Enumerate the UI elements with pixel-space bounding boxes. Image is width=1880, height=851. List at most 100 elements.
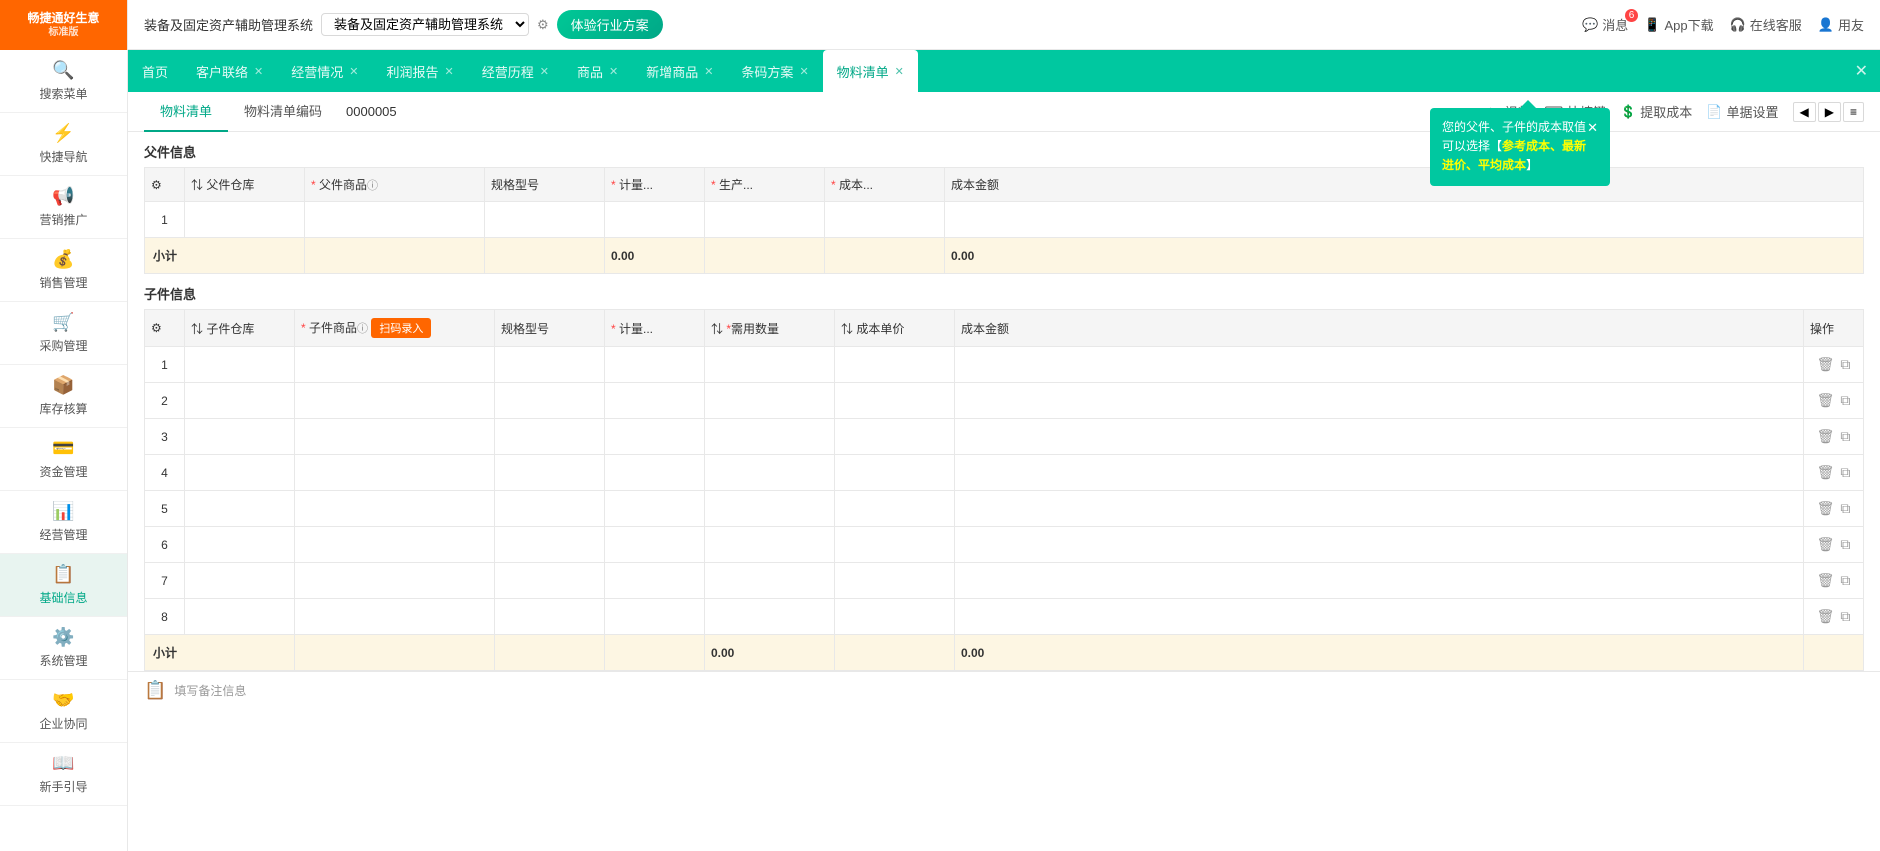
parent-row1-warehouse[interactable]: [185, 202, 305, 238]
child-row1-required-qty[interactable]: [705, 347, 835, 383]
child-row8-warehouse[interactable]: [185, 599, 295, 635]
parent-row1-production[interactable]: [705, 202, 825, 238]
child-row5-spec[interactable]: [495, 491, 605, 527]
child-row4-required-qty[interactable]: [705, 455, 835, 491]
child-row6-product[interactable]: [295, 527, 495, 563]
sidebar-item-search[interactable]: 🔍 搜索菜单: [0, 50, 127, 113]
tab-barcode-close[interactable]: ✕: [799, 65, 808, 78]
child-row3-cost-amount[interactable]: [955, 419, 1804, 455]
child-row5-cost-amount[interactable]: [955, 491, 1804, 527]
child-row3-spec[interactable]: [495, 419, 605, 455]
child-row2-required-qty[interactable]: [705, 383, 835, 419]
tab-profit[interactable]: 利润报告 ✕: [372, 50, 467, 92]
delete-row5-icon[interactable]: 🗑: [1817, 500, 1835, 517]
child-row6-cost-amount[interactable]: [955, 527, 1804, 563]
delete-row6-icon[interactable]: 🗑: [1817, 536, 1835, 553]
child-row2-product[interactable]: [295, 383, 495, 419]
child-row5-unit[interactable]: [605, 491, 705, 527]
child-row2-warehouse[interactable]: [185, 383, 295, 419]
nav-prev-button[interactable]: ◀: [1793, 102, 1816, 122]
tab-newproduct-close[interactable]: ✕: [704, 65, 713, 78]
delete-row7-icon[interactable]: 🗑: [1817, 572, 1835, 589]
child-row8-product[interactable]: [295, 599, 495, 635]
sidebar-item-system[interactable]: ⚙️ 系统管理: [0, 617, 127, 680]
child-row2-cost-amount[interactable]: [955, 383, 1804, 419]
scan-input-button[interactable]: 扫码录入: [371, 318, 431, 338]
child-row7-spec[interactable]: [495, 563, 605, 599]
child-row7-product[interactable]: [295, 563, 495, 599]
user-button[interactable]: 👤 用友: [1818, 15, 1864, 34]
tab-customer[interactable]: 客户联络 ✕: [182, 50, 277, 92]
system-select[interactable]: 装备及固定资产辅助管理系统: [321, 13, 529, 36]
child-th-settings[interactable]: ⚙: [145, 310, 185, 347]
child-row5-warehouse[interactable]: [185, 491, 295, 527]
tab-operation-close[interactable]: ✕: [349, 65, 358, 78]
parent-th-settings[interactable]: ⚙: [145, 168, 185, 202]
settings-icon[interactable]: ⚙: [537, 17, 549, 33]
child-row4-warehouse[interactable]: [185, 455, 295, 491]
child-row3-required-qty[interactable]: [705, 419, 835, 455]
copy-row5-icon[interactable]: ⧉: [1840, 500, 1850, 517]
delete-row8-icon[interactable]: 🗑: [1817, 608, 1835, 625]
child-row1-warehouse[interactable]: [185, 347, 295, 383]
child-row4-unit-cost[interactable]: [835, 455, 955, 491]
app-download-button[interactable]: 📱 App下载: [1644, 15, 1713, 34]
child-row1-cost-amount[interactable]: [955, 347, 1804, 383]
copy-row4-icon[interactable]: ⧉: [1840, 464, 1850, 481]
child-row3-warehouse[interactable]: [185, 419, 295, 455]
extract-cost-button[interactable]: 💲 提取成本: [1620, 102, 1692, 121]
child-row2-unit-cost[interactable]: [835, 383, 955, 419]
single-settings-button[interactable]: 📄 单据设置: [1706, 102, 1778, 121]
tooltip-close-button[interactable]: ✕: [1587, 118, 1598, 139]
child-row6-unit[interactable]: [605, 527, 705, 563]
child-row4-product[interactable]: [295, 455, 495, 491]
child-row7-cost-amount[interactable]: [955, 563, 1804, 599]
parent-row1-product[interactable]: [305, 202, 485, 238]
child-row4-unit[interactable]: [605, 455, 705, 491]
online-service-button[interactable]: 🎧 在线客服: [1730, 15, 1802, 34]
close-all-tabs-button[interactable]: ✕: [1843, 61, 1880, 81]
nav-next-button[interactable]: ▶: [1818, 102, 1841, 122]
tab-product[interactable]: 商品 ✕: [563, 50, 632, 92]
sidebar-item-operation[interactable]: 📊 经营管理: [0, 491, 127, 554]
tab-product-close[interactable]: ✕: [609, 65, 618, 78]
copy-row7-icon[interactable]: ⧉: [1840, 572, 1850, 589]
child-row8-required-qty[interactable]: [705, 599, 835, 635]
parent-row1-spec[interactable]: [485, 202, 605, 238]
child-row8-unit-cost[interactable]: [835, 599, 955, 635]
sidebar-item-enterprise[interactable]: 🤝 企业协同: [0, 680, 127, 743]
experience-button[interactable]: 体验行业方案: [557, 10, 663, 39]
child-row5-unit-cost[interactable]: [835, 491, 955, 527]
child-row2-unit[interactable]: [605, 383, 705, 419]
delete-row2-icon[interactable]: 🗑: [1817, 392, 1835, 409]
tab-newproduct[interactable]: 新增商品 ✕: [632, 50, 727, 92]
copy-row8-icon[interactable]: ⧉: [1840, 608, 1850, 625]
child-row3-product[interactable]: [295, 419, 495, 455]
sub-tab-bom[interactable]: 物料清单: [144, 92, 228, 132]
tab-operation[interactable]: 经营情况 ✕: [277, 50, 372, 92]
child-row1-product[interactable]: [295, 347, 495, 383]
parent-row1-cost-amount[interactable]: [945, 202, 1864, 238]
child-row8-unit[interactable]: [605, 599, 705, 635]
child-row3-unit-cost[interactable]: [835, 419, 955, 455]
sidebar-item-sales[interactable]: 💰 销售管理: [0, 239, 127, 302]
copy-row1-icon[interactable]: ⧉: [1840, 356, 1850, 373]
delete-row4-icon[interactable]: 🗑: [1817, 464, 1835, 481]
tab-history[interactable]: 经营历程 ✕: [468, 50, 563, 92]
child-row8-cost-amount[interactable]: [955, 599, 1804, 635]
sidebar-item-quicknav[interactable]: ⚡ 快捷导航: [0, 113, 127, 176]
nav-menu-button[interactable]: ≡: [1843, 102, 1864, 122]
child-row8-spec[interactable]: [495, 599, 605, 635]
sidebar-item-basic[interactable]: 📋 基础信息: [0, 554, 127, 617]
tab-customer-close[interactable]: ✕: [254, 65, 263, 78]
child-row4-spec[interactable]: [495, 455, 605, 491]
sub-tab-bom-code[interactable]: 物料清单编码: [228, 92, 338, 132]
tab-home[interactable]: 首页: [128, 50, 182, 92]
parent-row1-cost[interactable]: [825, 202, 945, 238]
child-row6-spec[interactable]: [495, 527, 605, 563]
copy-row2-icon[interactable]: ⧉: [1840, 392, 1850, 409]
child-row6-warehouse[interactable]: [185, 527, 295, 563]
child-row7-warehouse[interactable]: [185, 563, 295, 599]
child-row4-cost-amount[interactable]: [955, 455, 1804, 491]
tab-bom[interactable]: 物料清单 ✕: [823, 50, 918, 92]
